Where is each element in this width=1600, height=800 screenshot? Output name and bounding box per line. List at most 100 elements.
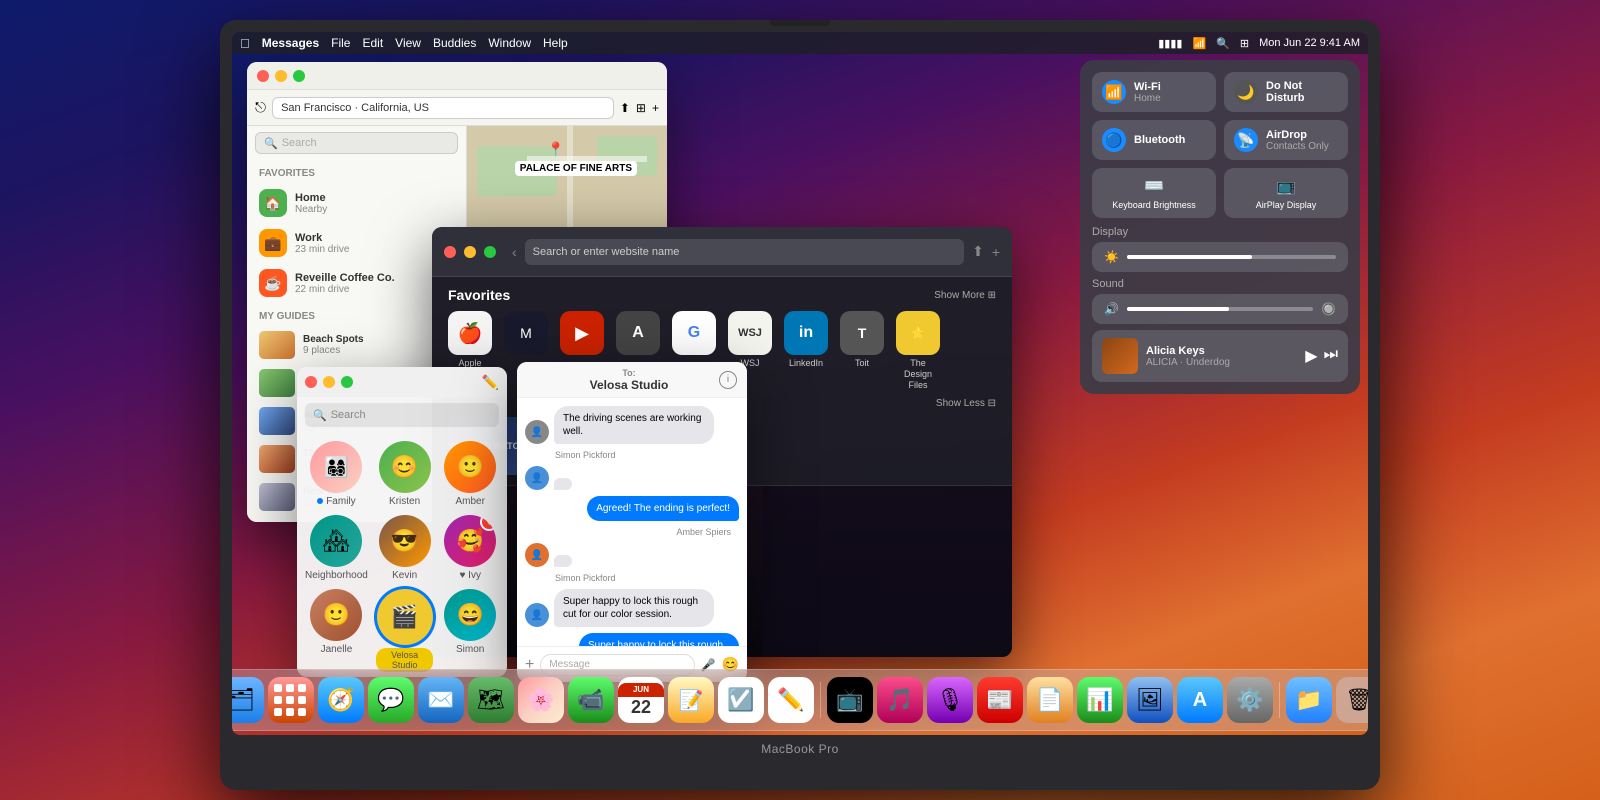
safari-minimize[interactable] xyxy=(464,246,476,258)
wifi-icon[interactable]: 📶 xyxy=(1192,37,1206,50)
contact-kevin[interactable]: 😎 Kevin xyxy=(376,515,434,581)
datetime: Mon Jun 22 9:41 AM xyxy=(1259,37,1360,49)
show-less-btn[interactable]: Show Less ⊟ xyxy=(936,398,996,409)
fav-wsj-icon: WSJ xyxy=(728,311,772,355)
fav-linkedin[interactable]: in LinkedIn xyxy=(784,311,828,390)
maps-search-bar: San Francisco · California, US xyxy=(272,97,614,119)
msg-avatar-4: 👤 xyxy=(525,543,549,567)
now-playing-widget: Alicia Keys ALICIA · Underdog ▶ ⏭ xyxy=(1092,330,1348,382)
contact-kristen[interactable]: 😊 Kristen xyxy=(376,441,434,507)
contact-simon[interactable]: 😄 Simon xyxy=(441,589,499,672)
contact-family[interactable]: 👨‍👩‍👧‍👦 Family xyxy=(305,441,368,507)
msg-compose-button[interactable]: ✏️ xyxy=(482,374,499,391)
contact-amber[interactable]: 🙂 Amber xyxy=(441,441,499,507)
maps-view-icon[interactable]: ⊞ xyxy=(636,101,646,115)
contact-ivy[interactable]: 🥰 ♥ ♥ Ivy xyxy=(441,515,499,581)
msg-avatar-1: 👤 xyxy=(525,420,549,444)
safari-back-icon[interactable]: ‹ xyxy=(512,244,517,260)
dock-finder[interactable]: 🗂 xyxy=(232,677,264,723)
menu-view[interactable]: View xyxy=(395,36,421,50)
contact-janelle[interactable]: 🙂 Janelle xyxy=(305,589,368,672)
dock-maps[interactable]: 🗺 xyxy=(468,677,514,723)
maps-share-icon[interactable]: ⬆ xyxy=(620,101,630,115)
next-button[interactable]: ⏭ xyxy=(1324,346,1338,366)
dock-launchpad[interactable] xyxy=(268,677,314,723)
msg-maximize[interactable] xyxy=(341,376,353,388)
dock-mail[interactable]: ✉️ xyxy=(418,677,464,723)
play-button[interactable]: ▶ xyxy=(1305,346,1317,366)
dock-reminders[interactable]: ☑️ xyxy=(718,677,764,723)
sound-output-icon: 🔘 xyxy=(1321,302,1336,316)
apple-menu[interactable]:  xyxy=(240,36,250,51)
dock-trash[interactable]: 🗑 xyxy=(1336,677,1368,723)
dock-safari[interactable]: 🧭 xyxy=(318,677,364,723)
dock-keynote[interactable]: 🖼 xyxy=(1127,677,1173,723)
menu-file[interactable]: File xyxy=(331,36,350,50)
cc-dnd-tile[interactable]: 🌙 Do Not Disturb xyxy=(1224,72,1348,112)
show-more-btn[interactable]: Show More ⊞ xyxy=(934,290,996,301)
maps-add-icon[interactable]: + xyxy=(652,101,659,115)
maps-search-input[interactable]: 🔍 Search xyxy=(247,126,466,160)
contact-velosa[interactable]: 🎬 Home! Velosa Studio xyxy=(376,589,434,672)
messages-search[interactable]: 🔍 Search xyxy=(305,403,499,427)
safari-share-icon[interactable]: ⬆ xyxy=(972,243,984,260)
sound-slider[interactable] xyxy=(1127,307,1313,311)
beach-thumb xyxy=(259,331,295,359)
contact-neighborhood[interactable]: 🏘 Neighborhood xyxy=(305,515,368,581)
dock-sysprefs[interactable]: ⚙️ xyxy=(1227,677,1273,723)
home-icon: 🏠 xyxy=(259,189,287,217)
app-menu-messages[interactable]: Messages xyxy=(262,36,319,50)
menu-edit[interactable]: Edit xyxy=(362,36,383,50)
display-slider-row: ☀️ xyxy=(1092,242,1348,272)
menu-help[interactable]: Help xyxy=(543,36,568,50)
msg-close[interactable] xyxy=(305,376,317,388)
dock-news[interactable]: 📰 xyxy=(977,677,1023,723)
cc-keyboard-tile[interactable]: ⌨️ Keyboard Brightness xyxy=(1092,168,1216,218)
playback-controls[interactable]: ▶ ⏭ xyxy=(1305,346,1338,366)
dock-pages[interactable]: 📄 xyxy=(1027,677,1073,723)
menu-buddies[interactable]: Buddies xyxy=(433,36,476,50)
display-slider[interactable] xyxy=(1127,255,1336,259)
menubar:  Messages File Edit View Buddies Window… xyxy=(232,32,1368,54)
maximize-button[interactable] xyxy=(293,70,305,82)
close-button[interactable] xyxy=(257,70,269,82)
safari-url-bar[interactable]: Search or enter website name xyxy=(525,239,964,265)
msg-3: Agreed! The ending is perfect! xyxy=(525,496,739,521)
safari-close[interactable] xyxy=(444,246,456,258)
dock-photos[interactable]: 🌸 xyxy=(518,677,564,723)
menu-window[interactable]: Window xyxy=(488,36,531,50)
dock-appletv[interactable]: 📺 xyxy=(827,677,873,723)
sound-icon: 🔊 xyxy=(1104,302,1119,316)
dock-numbers[interactable]: 📊 xyxy=(1077,677,1123,723)
safari-maximize[interactable] xyxy=(484,246,496,258)
dock-appstore[interactable]: A xyxy=(1177,677,1223,723)
fav-designfiles[interactable]: ⭐ The Design Files xyxy=(896,311,940,390)
dock-messages[interactable]: 💬 xyxy=(368,677,414,723)
cc-bluetooth-tile[interactable]: 🔵 Bluetooth xyxy=(1092,120,1216,160)
dock-notes[interactable]: 📝 xyxy=(668,677,714,723)
cc-wifi-tile[interactable]: 📶 Wi-Fi Home xyxy=(1092,72,1216,112)
maps-home-item[interactable]: 🏠 Home Nearby xyxy=(247,183,466,223)
dock-freeform[interactable]: ✏️ xyxy=(768,677,814,723)
search-icon[interactable]: 🔍 xyxy=(1216,37,1230,50)
dock-facetime[interactable]: 📹 xyxy=(568,677,614,723)
dock-files[interactable]: 📁 xyxy=(1286,677,1332,723)
minimize-button[interactable] xyxy=(275,70,287,82)
family-avatar: 👨‍👩‍👧‍👦 xyxy=(310,441,362,493)
cc-bottom-grid: ⌨️ Keyboard Brightness 📺 AirPlay Display xyxy=(1092,168,1348,218)
dock-calendar[interactable]: JUN 22 xyxy=(618,677,664,723)
control-center-icon[interactable]: ⊞ xyxy=(1240,37,1249,50)
beach-name: Beach Spots xyxy=(303,334,364,345)
palace-of-fine-arts-label: PALACE OF FINE ARTS xyxy=(515,161,637,176)
dock-podcasts[interactable]: 🎙 xyxy=(927,677,973,723)
dock-music[interactable]: 🎵 xyxy=(877,677,923,723)
fav-4-icon: A xyxy=(616,311,660,355)
cc-airdrop-tile[interactable]: 📡 AirDrop Contacts Only xyxy=(1224,120,1348,160)
chat-info-button[interactable]: i xyxy=(719,371,737,389)
safari-add-tab-icon[interactable]: + xyxy=(992,244,1000,260)
fav-2-icon: M xyxy=(504,311,548,355)
cc-airplay-tile[interactable]: 📺 AirPlay Display xyxy=(1224,168,1348,218)
msg-minimize[interactable] xyxy=(323,376,335,388)
fav-toit[interactable]: T Toit xyxy=(840,311,884,390)
dnd-label: Do Not Disturb xyxy=(1266,80,1338,104)
